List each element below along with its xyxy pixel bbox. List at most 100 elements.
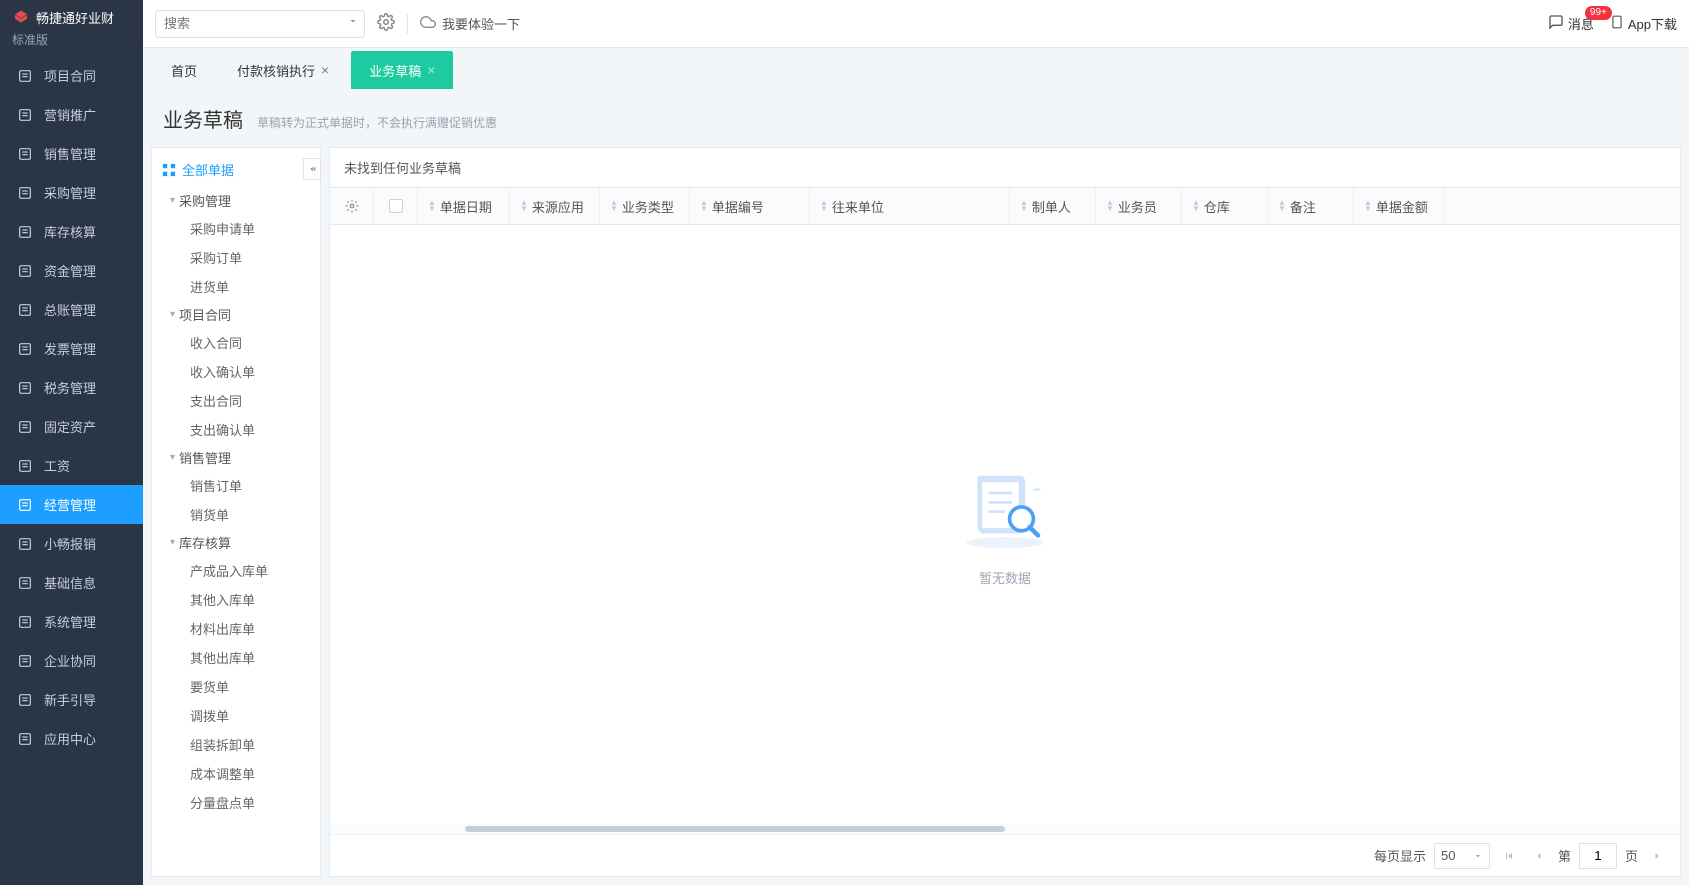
nav-item-固定资产[interactable]: 固定资产 <box>0 407 143 446</box>
tree-group-库存核算[interactable]: ▾库存核算 <box>152 529 320 556</box>
content-panel: 未找到任何业务草稿 ▲▼单据日期▲▼来源应用▲▼业务类型▲▼单据编号▲▼往来单位… <box>329 147 1681 877</box>
column-settings-button[interactable] <box>330 188 374 224</box>
column-业务类型[interactable]: ▲▼业务类型 <box>600 188 690 224</box>
chevron-down-icon: ▾ <box>170 309 175 320</box>
app-download-button[interactable]: App下载 <box>1610 14 1677 33</box>
nav-item-工资[interactable]: 工资 <box>0 446 143 485</box>
tree-leaf-其他入库单[interactable]: 其他入库单 <box>152 585 320 614</box>
nav-item-资金管理[interactable]: 资金管理 <box>0 251 143 290</box>
search-input[interactable] <box>155 10 365 38</box>
nav-item-税务管理[interactable]: 税务管理 <box>0 368 143 407</box>
column-单据编号[interactable]: ▲▼单据编号 <box>690 188 810 224</box>
message-button[interactable]: 消息 99+ <box>1548 14 1594 33</box>
tree-leaf-收入合同[interactable]: 收入合同 <box>152 328 320 357</box>
page-input[interactable] <box>1579 843 1617 869</box>
tab-首页[interactable]: 首页 <box>153 51 215 89</box>
message-icon <box>1548 14 1564 33</box>
column-来源应用[interactable]: ▲▼来源应用 <box>510 188 600 224</box>
select-all-checkbox[interactable] <box>374 188 418 224</box>
nav-item-新手引导[interactable]: 新手引导 <box>0 680 143 719</box>
nav-item-营销推广[interactable]: 营销推广 <box>0 95 143 134</box>
nav-item-销售管理[interactable]: 销售管理 <box>0 134 143 173</box>
tree-leaf-收入确认单[interactable]: 收入确认单 <box>152 357 320 386</box>
tree-leaf-采购申请单[interactable]: 采购申请单 <box>152 214 320 243</box>
column-备注[interactable]: ▲▼备注 <box>1268 188 1354 224</box>
tree-leaf-要货单[interactable]: 要货单 <box>152 672 320 701</box>
grid-icon <box>162 163 176 177</box>
column-往来单位[interactable]: ▲▼往来单位 <box>810 188 1010 224</box>
collapse-tree-button[interactable] <box>303 158 321 180</box>
tree-leaf-材料出库单[interactable]: 材料出库单 <box>152 614 320 643</box>
asset-icon <box>16 418 34 436</box>
nav-item-总账管理[interactable]: 总账管理 <box>0 290 143 329</box>
tab-付款核销执行[interactable]: 付款核销执行× <box>219 51 347 89</box>
tree-leaf-进货单[interactable]: 进货单 <box>152 272 320 301</box>
nav-item-企业协同[interactable]: 企业协同 <box>0 641 143 680</box>
tree-leaf-销货单[interactable]: 销货单 <box>152 500 320 529</box>
tree-leaf-组装拆卸单[interactable]: 组装拆卸单 <box>152 730 320 759</box>
close-icon[interactable]: × <box>321 62 329 78</box>
column-业务员[interactable]: ▲▼业务员 <box>1096 188 1182 224</box>
column-单据日期[interactable]: ▲▼单据日期 <box>418 188 510 224</box>
nav-item-项目合同[interactable]: 项目合同 <box>0 56 143 95</box>
tree-header[interactable]: 全部单据 <box>152 148 320 187</box>
tree-leaf-产成品入库单[interactable]: 产成品入库单 <box>152 556 320 585</box>
settings-icon[interactable] <box>377 13 395 34</box>
nav-item-系统管理[interactable]: 系统管理 <box>0 602 143 641</box>
sort-icon: ▲▼ <box>610 200 618 212</box>
tree-leaf-采购订单[interactable]: 采购订单 <box>152 243 320 272</box>
money-icon <box>16 262 34 280</box>
search-dropdown-icon[interactable] <box>347 15 359 30</box>
tree-leaf-支出确认单[interactable]: 支出确认单 <box>152 415 320 444</box>
tree-group-销售管理[interactable]: ▾销售管理 <box>152 444 320 471</box>
nav-item-发票管理[interactable]: 发票管理 <box>0 329 143 368</box>
nav-item-应用中心[interactable]: 应用中心 <box>0 719 143 758</box>
tree-group-项目合同[interactable]: ▾项目合同 <box>152 301 320 328</box>
topbar: 我要体验一下 消息 99+ App下载 <box>143 0 1689 48</box>
next-page-button[interactable] <box>1646 845 1668 867</box>
close-icon[interactable]: × <box>427 62 435 78</box>
sort-icon: ▲▼ <box>700 200 708 212</box>
message-badge: 99+ <box>1585 6 1612 20</box>
per-page-select[interactable]: 50 <box>1434 843 1490 869</box>
app-download-label: App下载 <box>1628 14 1677 33</box>
tabs-bar: 首页付款核销执行×业务草稿× <box>143 48 1689 92</box>
prev-page-button[interactable] <box>1528 845 1550 867</box>
tree-leaf-支出合同[interactable]: 支出合同 <box>152 386 320 415</box>
empty-state: 暂无数据 <box>330 225 1680 824</box>
tree-leaf-销售订单[interactable]: 销售订单 <box>152 471 320 500</box>
tree-leaf-其他出库单[interactable]: 其他出库单 <box>152 643 320 672</box>
nav-item-库存核算[interactable]: 库存核算 <box>0 212 143 251</box>
diamond-icon <box>16 145 34 163</box>
column-仓库[interactable]: ▲▼仓库 <box>1182 188 1268 224</box>
tree-header-label: 全部单据 <box>182 160 234 179</box>
column-单据金额[interactable]: ▲▼单据金额 <box>1354 188 1444 224</box>
first-page-button[interactable] <box>1498 845 1520 867</box>
sort-icon: ▲▼ <box>1364 200 1372 212</box>
phone-icon <box>1610 14 1624 33</box>
tree-leaf-分量盘点单[interactable]: 分量盘点单 <box>152 788 320 817</box>
demo-link[interactable]: 我要体验一下 <box>420 14 520 33</box>
tree-group-采购管理[interactable]: ▾采购管理 <box>152 187 320 214</box>
column-制单人[interactable]: ▲▼制单人 <box>1010 188 1096 224</box>
page-prefix: 第 <box>1558 846 1571 865</box>
brand-name: 畅捷通好业财 <box>36 8 114 27</box>
nav-item-基础信息[interactable]: 基础信息 <box>0 563 143 602</box>
tab-业务草稿[interactable]: 业务草稿× <box>351 51 453 89</box>
horizontal-scrollbar[interactable] <box>330 824 1680 834</box>
tree-scroll[interactable]: ▾采购管理采购申请单采购订单进货单▾项目合同收入合同收入确认单支出合同支出确认单… <box>152 187 320 876</box>
guide-icon <box>16 691 34 709</box>
nav-item-采购管理[interactable]: 采购管理 <box>0 173 143 212</box>
invoice-icon <box>16 340 34 358</box>
per-page-label: 每页显示 <box>1374 846 1426 865</box>
nav-item-小畅报销[interactable]: 小畅报销 <box>0 524 143 563</box>
expense-icon <box>16 535 34 553</box>
table-header: ▲▼单据日期▲▼来源应用▲▼业务类型▲▼单据编号▲▼往来单位▲▼制单人▲▼业务员… <box>330 187 1680 225</box>
ledger-icon <box>16 301 34 319</box>
nav-item-经营管理[interactable]: 经营管理 <box>0 485 143 524</box>
empty-illustration-icon <box>950 462 1060 552</box>
info-icon <box>16 574 34 592</box>
tree-leaf-调拨单[interactable]: 调拨单 <box>152 701 320 730</box>
tree-leaf-成本调整单[interactable]: 成本调整单 <box>152 759 320 788</box>
tax-icon <box>16 379 34 397</box>
